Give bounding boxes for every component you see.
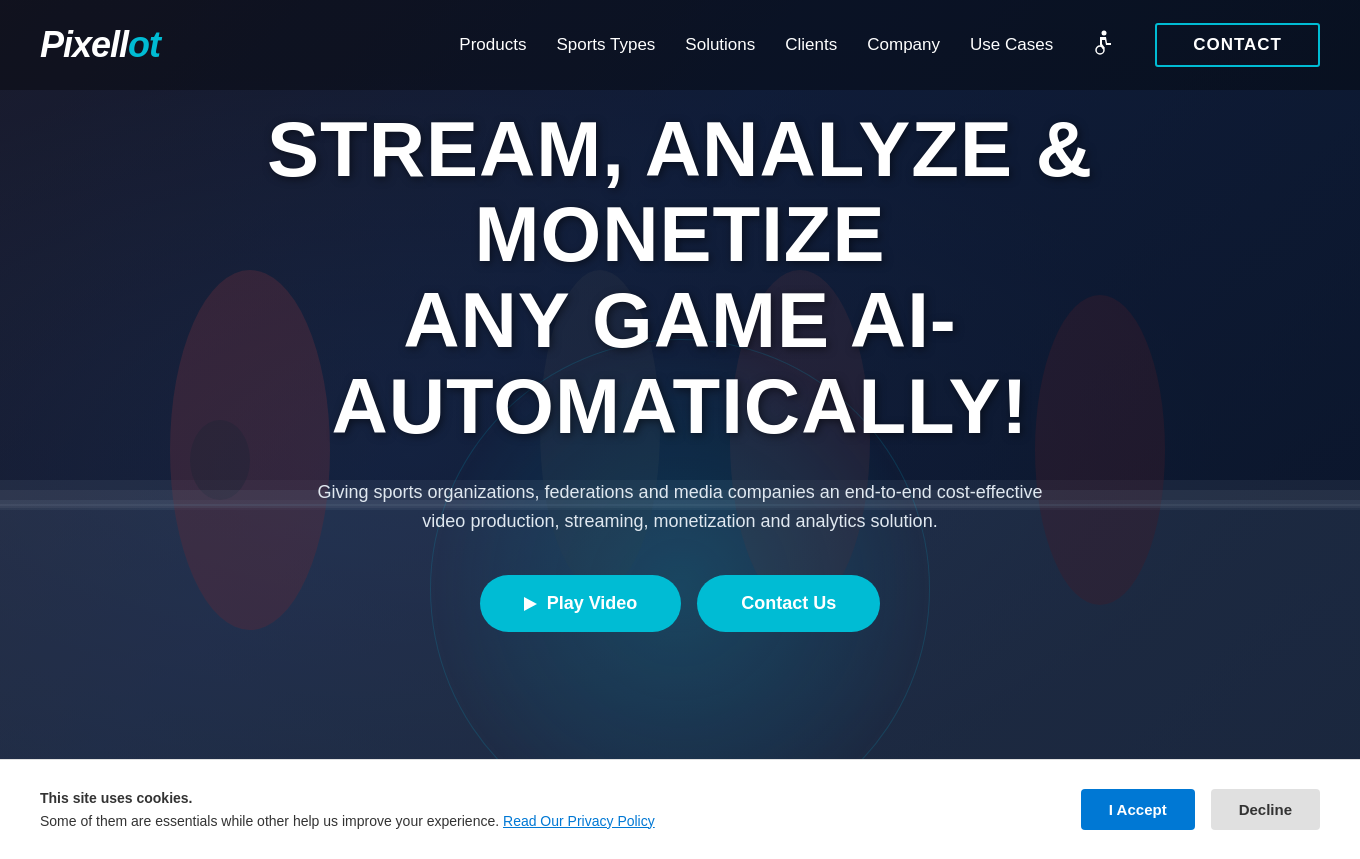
svg-point-1 bbox=[1096, 46, 1104, 54]
nav-solutions[interactable]: Solutions bbox=[685, 35, 755, 55]
cookie-text: This site uses cookies. Some of them are… bbox=[40, 787, 655, 832]
contact-button[interactable]: CONTACT bbox=[1155, 23, 1320, 67]
hero-headline-line2: ANY GAME AI-AUTOMATICALLY! bbox=[331, 276, 1028, 450]
play-icon bbox=[524, 597, 537, 611]
logo-lot: ot bbox=[128, 24, 160, 65]
play-video-label: Play Video bbox=[547, 593, 638, 614]
nav-sports-types[interactable]: Sports Types bbox=[556, 35, 655, 55]
hero-subtext: Giving sports organizations, federations… bbox=[300, 478, 1060, 536]
hero-content: STREAM, ANALYZE & MONETIZE ANY GAME AI-A… bbox=[0, 107, 1360, 633]
accessibility-icon[interactable] bbox=[1093, 30, 1115, 61]
cookie-title: This site uses cookies. bbox=[40, 790, 193, 806]
accept-cookies-button[interactable]: I Accept bbox=[1081, 789, 1195, 830]
cookie-description: Some of them are essentials while other … bbox=[40, 813, 499, 829]
logo-pixel: Pixell bbox=[40, 24, 128, 65]
hero-headline-line1: STREAM, ANALYZE & MONETIZE bbox=[267, 105, 1093, 279]
hero-buttons: Play Video Contact Us bbox=[60, 575, 1300, 632]
logo[interactable]: Pixellot bbox=[40, 24, 160, 66]
contact-us-button[interactable]: Contact Us bbox=[697, 575, 880, 632]
nav-clients[interactable]: Clients bbox=[785, 35, 837, 55]
hero-headline: STREAM, ANALYZE & MONETIZE ANY GAME AI-A… bbox=[60, 107, 1300, 450]
cookie-buttons: I Accept Decline bbox=[1081, 789, 1320, 830]
privacy-policy-link[interactable]: Read Our Privacy Policy bbox=[503, 813, 655, 829]
hero-section: STREAM, ANALYZE & MONETIZE ANY GAME AI-A… bbox=[0, 0, 1360, 759]
cookie-banner: This site uses cookies. Some of them are… bbox=[0, 759, 1360, 859]
nav-company[interactable]: Company bbox=[867, 35, 940, 55]
nav-use-cases[interactable]: Use Cases bbox=[970, 35, 1053, 55]
main-nav: Products Sports Types Solutions Clients … bbox=[459, 23, 1320, 67]
logo-text: Pixellot bbox=[40, 24, 160, 66]
svg-point-0 bbox=[1102, 30, 1107, 35]
decline-cookies-button[interactable]: Decline bbox=[1211, 789, 1320, 830]
header: Pixellot Products Sports Types Solutions… bbox=[0, 0, 1360, 90]
play-video-button[interactable]: Play Video bbox=[480, 575, 682, 632]
nav-products[interactable]: Products bbox=[459, 35, 526, 55]
